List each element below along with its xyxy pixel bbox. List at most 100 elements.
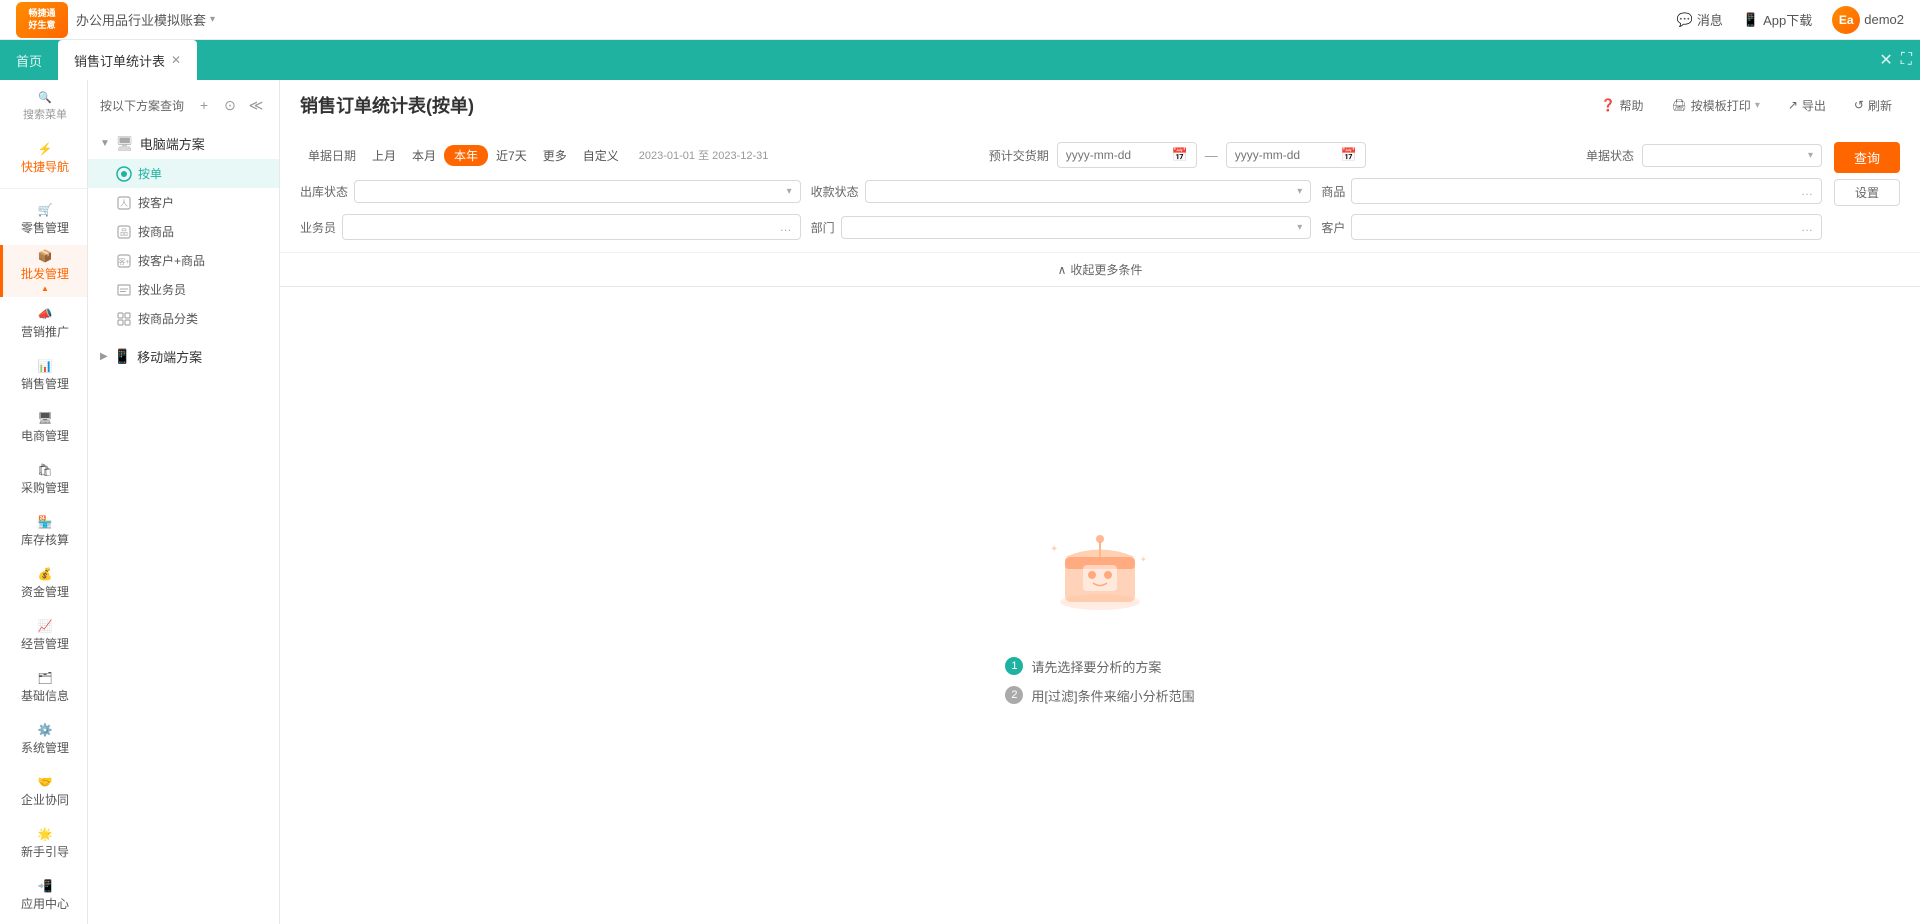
svg-text:✦: ✦ <box>1050 544 1058 555</box>
date-label: 单据日期 <box>300 147 356 164</box>
collapse-bar[interactable]: ∧ 收起更多条件 <box>280 252 1920 286</box>
sidebar-search-label: 搜索菜单 <box>23 106 67 122</box>
sidebar-item-marketing[interactable]: 📣 营销推广 <box>0 297 87 349</box>
salesperson-more-icon[interactable]: … <box>780 220 792 234</box>
app-title-dropdown-icon[interactable]: ▾ <box>210 14 215 25</box>
tree-child-by-goods[interactable]: 品 按商品 <box>88 217 279 246</box>
sidebar-operation-label: 经营管理 <box>21 635 69 652</box>
date-7days-btn[interactable]: 近7天 <box>488 145 535 166</box>
help-btn[interactable]: ❓ 帮助 <box>1593 93 1652 118</box>
expected-date-from[interactable]: 📅 <box>1057 142 1197 168</box>
refresh-btn[interactable]: ↺ 刷新 <box>1846 93 1900 118</box>
expected-date-to-input[interactable] <box>1235 148 1337 162</box>
payment-status-select[interactable]: ▾ <box>865 180 1312 203</box>
payment-status-arrow-icon: ▾ <box>1297 186 1302 197</box>
tree-child-by-salesperson[interactable]: 按业务员 <box>88 275 279 304</box>
tree-child-by-customer-label: 按客户 <box>138 194 174 211</box>
tree-parent-pc[interactable]: ▼ 🖥 电脑端方案 <box>88 128 279 159</box>
tab-expand-icon[interactable]: ⛶ <box>1901 51 1912 69</box>
sidebar-shortcut[interactable]: ⚡ 快捷导航 <box>0 132 87 184</box>
expected-date-to[interactable]: 📅 <box>1226 142 1366 168</box>
panel-collapse-btn[interactable]: ≪ <box>245 94 267 116</box>
sidebar-item-app-center[interactable]: 📲 应用中心 <box>0 869 87 921</box>
logo-line1: 畅捷通 <box>28 8 55 20</box>
sidebar-search[interactable]: 🔍 搜索菜单 <box>0 80 87 132</box>
sidebar-divider-1 <box>0 188 87 189</box>
panel-add-btn[interactable]: + <box>193 94 215 116</box>
sidebar-item-purchase[interactable]: 🛍 采购管理 <box>0 453 87 505</box>
date-this-year-btn[interactable]: 本年 <box>444 145 488 166</box>
tree-child-by-order[interactable]: 按单 <box>88 159 279 188</box>
sidebar-item-system[interactable]: ⚙️ 系统管理 <box>0 713 87 765</box>
date-last-month-btn[interactable]: 上月 <box>364 145 404 166</box>
page-header-section: 销售订单统计表(按单) ❓ 帮助 🖨 按模板打印 ▾ ↗ <box>280 80 1920 287</box>
sidebar-item-guide[interactable]: 🌟 新手引导 <box>0 817 87 869</box>
sidebar-item-wholesale[interactable]: 📦 批发管理 ▲ <box>0 245 87 297</box>
user-avatar: Ea <box>1832 6 1860 34</box>
goods-label: 商品 <box>1321 183 1345 200</box>
sidebar-shortcut-label: 快捷导航 <box>21 158 69 175</box>
message-icon: 💬 <box>1677 12 1693 28</box>
marketing-icon: 📣 <box>38 307 53 321</box>
panel-settings-btn[interactable]: ⊙ <box>219 94 241 116</box>
sidebar-item-operation[interactable]: 📈 经营管理 <box>0 609 87 661</box>
tab-sales-stat[interactable]: 销售订单统计表 ✕ <box>58 40 197 80</box>
tree-parent-mobile[interactable]: ▶ 📱 移动端方案 <box>88 341 279 372</box>
app-download-btn[interactable]: 📱 App下载 <box>1743 10 1812 29</box>
customer-more-icon[interactable]: … <box>1801 220 1813 234</box>
tab-close-window-icon[interactable]: ✕ <box>1879 50 1892 70</box>
sidebar-marketing-label: 营销推广 <box>21 323 69 340</box>
date-custom-btn[interactable]: 自定义 <box>575 145 627 166</box>
tree-child-by-category[interactable]: 按商品分类 <box>88 304 279 333</box>
user-area[interactable]: Ea demo2 <box>1832 6 1904 34</box>
tree-child-by-customer[interactable]: 人 按客户 <box>88 188 279 217</box>
panel-header-actions: + ⊙ ≪ <box>193 94 267 116</box>
tree-child-by-cust-goods[interactable]: 客+ 按客户+商品 <box>88 246 279 275</box>
search-icon: 🔍 <box>38 91 52 104</box>
tree-child-by-salesperson-label: 按业务员 <box>138 281 186 298</box>
message-btn[interactable]: 💬 消息 <box>1677 10 1723 29</box>
tree-child-by-category-label: 按商品分类 <box>138 310 198 327</box>
main-layout: 🔍 搜索菜单 ⚡ 快捷导航 🛒 零售管理 📦 批发管理 ▲ 📣 营销推广 📊 销… <box>0 80 1920 924</box>
status-select[interactable]: ▾ <box>1642 144 1822 167</box>
sidebar-item-finance[interactable]: 💰 资金管理 <box>0 557 87 609</box>
app-download-label: App下载 <box>1763 10 1812 29</box>
customer-input[interactable]: … <box>1351 214 1822 240</box>
print-dropdown-icon[interactable]: ▾ <box>1755 100 1760 111</box>
sidebar-guide-label: 新手引导 <box>21 843 69 860</box>
sidebar-item-enterprise[interactable]: 🤝 企业协同 <box>0 765 87 817</box>
out-status-select[interactable]: ▾ <box>354 180 801 203</box>
expected-date-from-input[interactable] <box>1066 148 1168 162</box>
sidebar-item-sales[interactable]: 📊 销售管理 <box>0 349 87 401</box>
department-label: 部门 <box>811 219 835 236</box>
customer-col: 客户 … <box>1321 214 1822 240</box>
phone-icon: 📱 <box>1743 12 1759 28</box>
export-btn[interactable]: ↗ 导出 <box>1780 93 1834 118</box>
calendar-icon-2[interactable]: 📅 <box>1341 147 1357 163</box>
salesperson-input[interactable]: … <box>342 214 801 240</box>
wholesale-icon: 📦 <box>38 249 53 263</box>
tab-home[interactable]: 首页 <box>0 40 58 80</box>
sidebar-item-inventory[interactable]: 🏪 库存核算 <box>0 505 87 557</box>
date-this-month-btn[interactable]: 本月 <box>404 145 444 166</box>
calendar-icon-1[interactable]: 📅 <box>1172 147 1188 163</box>
ecomm-icon: 🖥 <box>37 411 52 425</box>
sidebar-item-retail[interactable]: 🛒 零售管理 <box>0 193 87 245</box>
help-icon: ❓ <box>1601 98 1616 112</box>
goods-more-icon[interactable]: … <box>1801 184 1813 198</box>
query-buttons: 查询 设置 <box>1834 142 1900 206</box>
panel-title: 按以下方案查询 <box>100 97 184 114</box>
date-more-btn[interactable]: 更多 <box>535 145 575 166</box>
print-btn[interactable]: 🖨 按模板打印 ▾ <box>1664 93 1768 118</box>
tree-expand-arrow-pc: ▼ <box>100 138 110 149</box>
goods-input[interactable]: … <box>1351 178 1822 204</box>
tab-close-icon[interactable]: ✕ <box>171 53 181 67</box>
department-col: 部门 ▾ <box>811 214 1312 240</box>
settings-btn[interactable]: 设置 <box>1834 179 1900 206</box>
sidebar-item-ecomm[interactable]: 🖥 电商管理 <box>0 401 87 453</box>
topbar-left: 畅捷通 好生意 办公用品行业模拟账套 ▾ <box>16 2 215 38</box>
department-select[interactable]: ▾ <box>841 216 1312 239</box>
sidebar-item-basic[interactable]: 🗂 基础信息 <box>0 661 87 713</box>
sidebar: 🔍 搜索菜单 ⚡ 快捷导航 🛒 零售管理 📦 批发管理 ▲ 📣 营销推广 📊 销… <box>0 80 88 924</box>
query-btn[interactable]: 查询 <box>1834 142 1900 173</box>
